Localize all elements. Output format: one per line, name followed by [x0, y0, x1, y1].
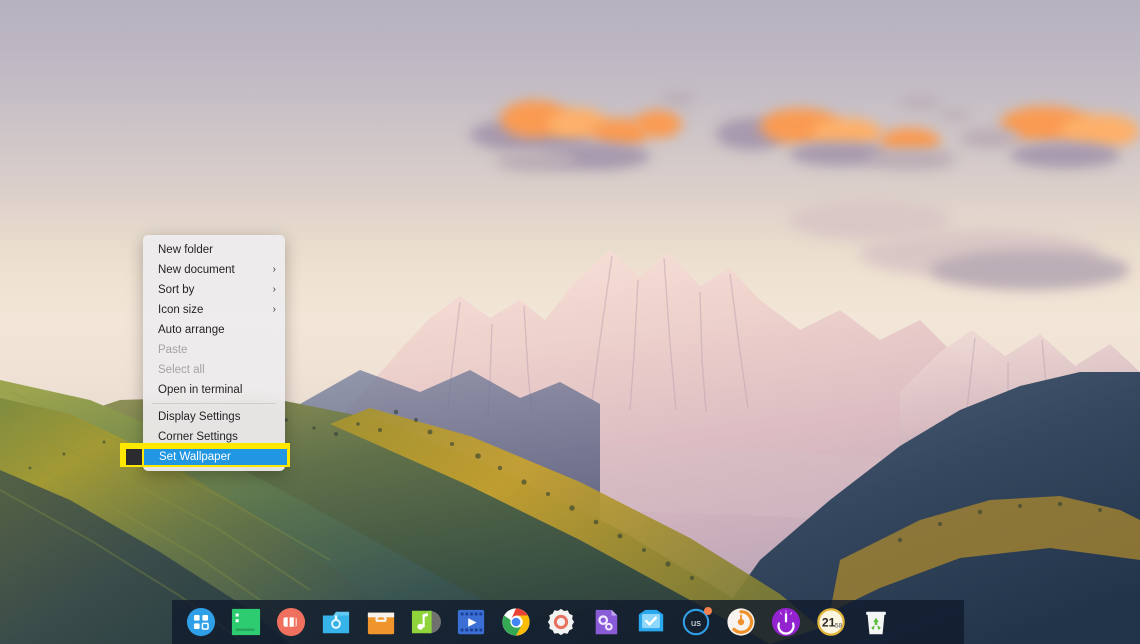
video-player-button[interactable]	[448, 600, 493, 644]
system-settings-icon[interactable]	[546, 607, 576, 637]
chevron-right-icon: ›	[272, 284, 276, 295]
chrome-browser-button[interactable]	[493, 600, 538, 644]
music-player-button[interactable]	[403, 600, 448, 644]
menu-item-label: Icon size	[158, 304, 204, 316]
power-button-button[interactable]	[763, 600, 808, 644]
security-center-icon[interactable]	[636, 607, 666, 637]
menu-item-auto-arrange[interactable]: Auto arrange	[143, 320, 285, 340]
trash-bin-icon[interactable]	[861, 607, 891, 637]
clock-button[interactable]: 21 58	[808, 600, 853, 644]
menu-item-sort-by[interactable]: Sort by ›	[143, 280, 285, 300]
terminal-button[interactable]	[223, 600, 268, 644]
video-player-icon[interactable]	[456, 607, 486, 637]
svg-text:58: 58	[834, 623, 842, 630]
set-wallpaper-annotation: Set Wallpaper	[120, 443, 290, 467]
system-settings-button[interactable]	[538, 600, 583, 644]
notification-badge	[704, 607, 712, 615]
trash-bin-button[interactable]	[853, 600, 898, 644]
terminal-icon[interactable]	[231, 607, 261, 637]
menu-item-open-in-terminal[interactable]: Open in terminal	[143, 380, 285, 400]
menu-item-new-document[interactable]: New document ›	[143, 260, 285, 280]
menu-separator	[152, 403, 276, 404]
system-tools-icon[interactable]	[591, 607, 621, 637]
chrome-browser-icon[interactable]	[501, 607, 531, 637]
system-tools-button[interactable]	[583, 600, 628, 644]
file-manager-icon[interactable]	[321, 607, 351, 637]
menu-item-paste: Paste	[143, 340, 285, 360]
set-wallpaper-label: Set Wallpaper	[159, 451, 231, 463]
app-store-button[interactable]	[358, 600, 403, 644]
menu-item-select-all: Select all	[143, 360, 285, 380]
file-manager-button[interactable]	[313, 600, 358, 644]
clock-icon[interactable]: 21 58	[816, 607, 846, 637]
menu-item-label: Select all	[158, 364, 205, 376]
menu-item-new-folder[interactable]: New folder	[143, 240, 285, 260]
system-monitor-icon[interactable]	[726, 607, 756, 637]
menu-item-icon-size[interactable]: Icon size ›	[143, 300, 285, 320]
keyboard-layout-button[interactable]: us	[673, 600, 718, 644]
menu-item-label: Sort by	[158, 284, 195, 296]
svg-text:us: us	[691, 618, 701, 628]
annotation-chip	[126, 449, 142, 465]
menu-item-label: Display Settings	[158, 411, 241, 423]
system-monitor-button[interactable]	[718, 600, 763, 644]
menu-item-label: Paste	[158, 344, 188, 356]
menu-item-label: Corner Settings	[158, 431, 238, 443]
menu-item-display-settings[interactable]: Display Settings	[143, 407, 285, 427]
desktop-context-menu[interactable]: New folder New document › Sort by › Icon size…	[143, 235, 285, 471]
chevron-right-icon: ›	[272, 304, 276, 315]
chevron-right-icon: ›	[272, 264, 276, 275]
menu-item-label: New document	[158, 264, 235, 276]
menu-item-label: New folder	[158, 244, 213, 256]
screen-recorder-button[interactable]	[268, 600, 313, 644]
power-button-icon[interactable]	[771, 607, 801, 637]
menu-item-label: Open in terminal	[158, 384, 243, 396]
menu-item-label: Auto arrange	[158, 324, 225, 336]
screen-recorder-icon[interactable]	[276, 607, 306, 637]
security-center-button[interactable]	[628, 600, 673, 644]
app-store-icon[interactable]	[366, 607, 396, 637]
music-player-icon[interactable]	[411, 607, 441, 637]
svg-text:21: 21	[821, 616, 835, 630]
desktop-taskbar[interactable]: us 21 58	[172, 600, 964, 644]
app-launcher-button[interactable]	[178, 600, 223, 644]
app-launcher-icon[interactable]	[186, 607, 216, 637]
